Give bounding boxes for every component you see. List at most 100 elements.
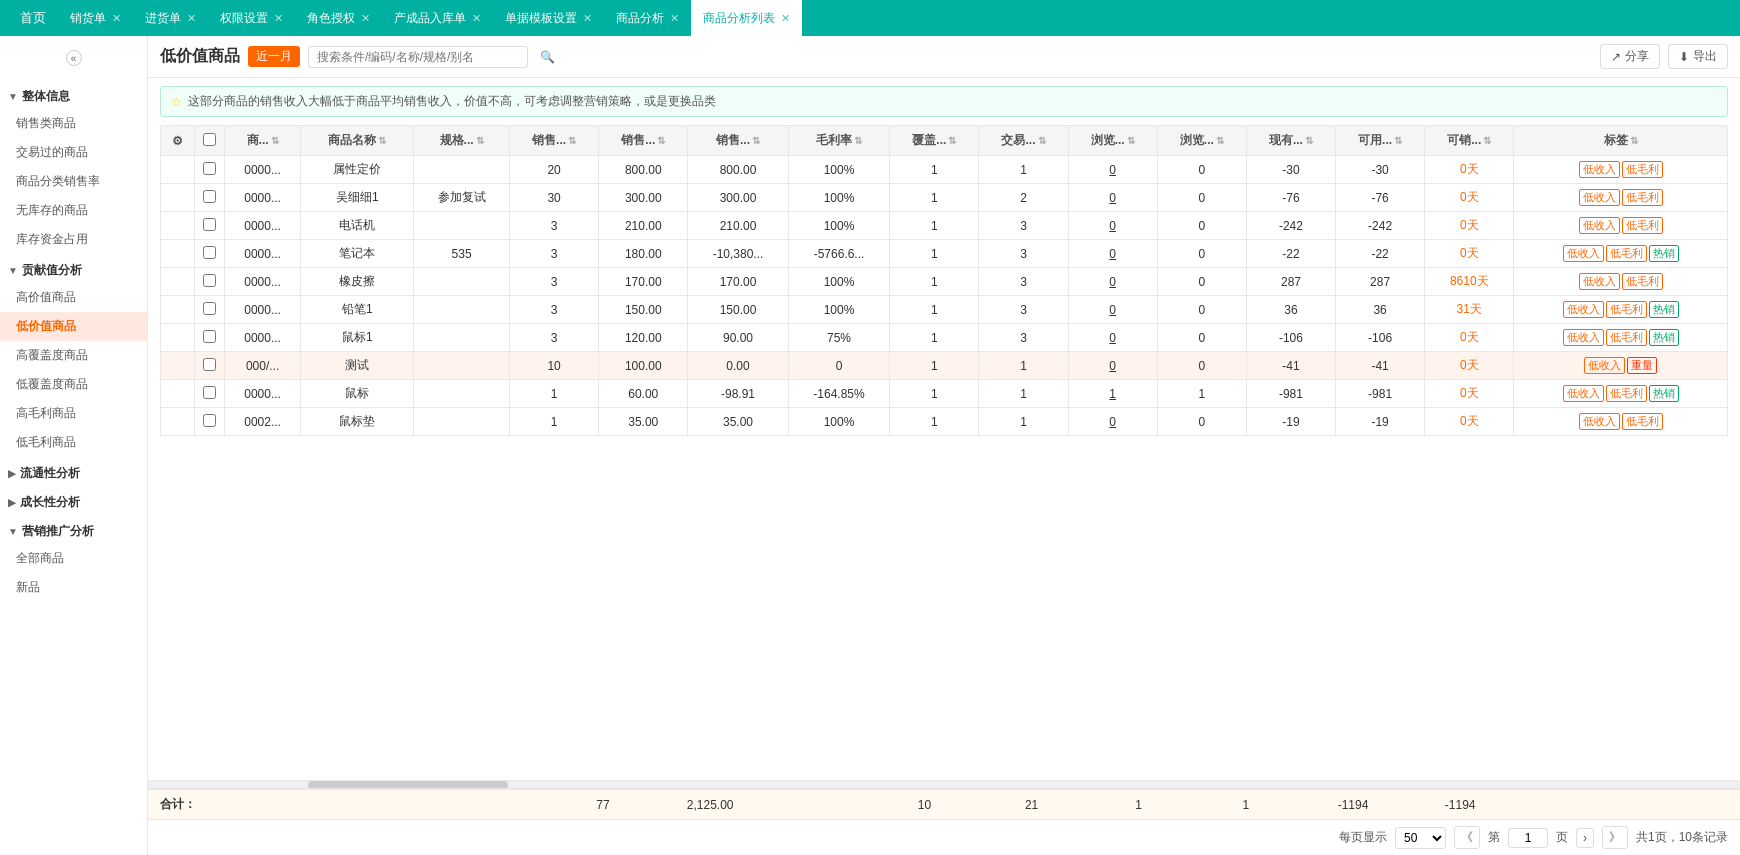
cell-browse1[interactable]: 0 [1068,184,1157,212]
col-current[interactable]: 现有...⇅ [1246,126,1335,156]
select-all-checkbox[interactable] [203,133,216,146]
sidebar-group-liquidity[interactable]: ▶ 流通性分析 [0,457,147,486]
share-button[interactable]: ↗ 分享 [1600,44,1660,69]
col-margin[interactable]: 毛利率⇅ [788,126,890,156]
col-spec[interactable]: 规格...⇅ [414,126,510,156]
col-browse1[interactable]: 浏览...⇅ [1068,126,1157,156]
page-size-select[interactable]: 50 100 [1395,827,1446,849]
browse-link[interactable]: 0 [1109,163,1116,177]
search-input[interactable] [308,46,528,68]
cell-browse1[interactable]: 0 [1068,212,1157,240]
browse-link[interactable]: 0 [1109,303,1116,317]
browse-link[interactable]: 0 [1109,415,1116,429]
sidebar-item-new-goods[interactable]: 新品 [0,573,147,602]
close-product-analysis-list-icon[interactable]: ✕ [781,12,790,25]
table-container[interactable]: ⚙ 商...⇅ 商品名称⇅ 规格...⇅ 销售...⇅ 销售...⇅ 销售...… [148,125,1740,780]
cell-browse1[interactable]: 0 [1068,324,1157,352]
col-browse2[interactable]: 浏览...⇅ [1157,126,1246,156]
row-checkbox[interactable] [203,302,216,315]
sidebar-item-low-coverage[interactable]: 低覆盖度商品 [0,370,147,399]
col-tags[interactable]: 标签⇅ [1514,126,1728,156]
first-page-btn[interactable]: 《 [1454,826,1480,849]
export-button[interactable]: ⬇ 导出 [1668,44,1728,69]
col-checkbox[interactable] [194,126,224,156]
cell-browse1[interactable]: 0 [1068,268,1157,296]
time-filter-btn[interactable]: 近一月 [248,46,300,67]
cell-checkbox[interactable] [194,324,224,352]
browse-link[interactable]: 0 [1109,275,1116,289]
close-purchase-order-icon[interactable]: ✕ [187,12,196,25]
sidebar-item-low-margin[interactable]: 低毛利商品 [0,428,147,457]
col-available[interactable]: 可用...⇅ [1336,126,1425,156]
close-product-in-icon[interactable]: ✕ [472,12,481,25]
nav-role-auth[interactable]: 角色授权✕ [295,0,382,36]
sidebar-collapse-btn[interactable]: « [66,50,82,66]
close-role-auth-icon[interactable]: ✕ [361,12,370,25]
sidebar-group-growth[interactable]: ▶ 成长性分析 [0,486,147,515]
sidebar-item-high-margin[interactable]: 高毛利商品 [0,399,147,428]
browse-link[interactable]: 0 [1109,191,1116,205]
close-template-icon[interactable]: ✕ [583,12,592,25]
cell-browse1[interactable]: 1 [1068,380,1157,408]
sidebar-item-low-value[interactable]: 低价值商品 [0,312,147,341]
row-checkbox[interactable] [203,246,216,259]
row-checkbox[interactable] [203,274,216,287]
cell-browse1[interactable]: 0 [1068,408,1157,436]
sidebar-item-high-value[interactable]: 高价值商品 [0,283,147,312]
col-coverage[interactable]: 覆盖...⇅ [890,126,979,156]
nav-sales-order[interactable]: 销货单✕ [58,0,133,36]
cell-browse1[interactable]: 0 [1068,240,1157,268]
row-checkbox[interactable] [203,414,216,427]
sidebar-item-high-coverage[interactable]: 高覆盖度商品 [0,341,147,370]
next-page-btn[interactable]: › [1576,828,1594,848]
row-checkbox[interactable] [203,190,216,203]
cell-browse1[interactable]: 0 [1068,296,1157,324]
col-sales-qty[interactable]: 销售...⇅ [510,126,599,156]
col-code[interactable]: 商...⇅ [224,126,301,156]
col-name[interactable]: 商品名称⇅ [301,126,414,156]
nav-purchase-order[interactable]: 进货单✕ [133,0,208,36]
cell-checkbox[interactable] [194,380,224,408]
cell-browse1[interactable]: 0 [1068,156,1157,184]
nav-template[interactable]: 单据模板设置✕ [493,0,604,36]
close-product-analysis-icon[interactable]: ✕ [670,12,679,25]
cell-checkbox[interactable] [194,296,224,324]
nav-product-analysis[interactable]: 商品分析✕ [604,0,691,36]
sidebar-item-all-goods[interactable]: 全部商品 [0,544,147,573]
row-checkbox[interactable] [203,358,216,371]
cell-checkbox[interactable] [194,212,224,240]
col-sellable[interactable]: 可销...⇅ [1425,126,1514,156]
browse-link[interactable]: 0 [1109,247,1116,261]
browse-link[interactable]: 0 [1109,359,1116,373]
cell-checkbox[interactable] [194,184,224,212]
nav-permissions[interactable]: 权限设置✕ [208,0,295,36]
horizontal-scrollbar[interactable] [148,780,1740,788]
cell-checkbox[interactable] [194,352,224,380]
sidebar-group-overall[interactable]: ▼ 整体信息 [0,80,147,109]
last-page-btn[interactable]: 》 [1602,826,1628,849]
sidebar-item-stock-capital[interactable]: 库存资金占用 [0,225,147,254]
nav-product-in[interactable]: 产成品入库单✕ [382,0,493,36]
cell-browse1[interactable]: 0 [1068,352,1157,380]
col-sales-amount[interactable]: 销售...⇅ [688,126,788,156]
browse-link[interactable]: 0 [1109,219,1116,233]
col-sales-price[interactable]: 销售...⇅ [599,126,688,156]
sidebar-group-contribution[interactable]: ▼ 贡献值分析 [0,254,147,283]
browse-link[interactable]: 0 [1109,331,1116,345]
cell-checkbox[interactable] [194,156,224,184]
page-number-input[interactable] [1508,828,1548,848]
col-trade[interactable]: 交易...⇅ [979,126,1068,156]
cell-checkbox[interactable] [194,240,224,268]
search-icon[interactable]: 🔍 [540,50,555,64]
col-gear[interactable]: ⚙ [161,126,195,156]
nav-product-analysis-list[interactable]: 商品分析列表✕ [691,0,802,36]
row-checkbox[interactable] [203,162,216,175]
close-permissions-icon[interactable]: ✕ [274,12,283,25]
sidebar-group-marketing[interactable]: ▼ 营销推广分析 [0,515,147,544]
sidebar-item-no-stock[interactable]: 无库存的商品 [0,196,147,225]
sidebar-item-traded-goods[interactable]: 交易过的商品 [0,138,147,167]
row-checkbox[interactable] [203,330,216,343]
nav-home[interactable]: 首页 [8,0,58,36]
row-checkbox[interactable] [203,386,216,399]
close-sales-order-icon[interactable]: ✕ [112,12,121,25]
